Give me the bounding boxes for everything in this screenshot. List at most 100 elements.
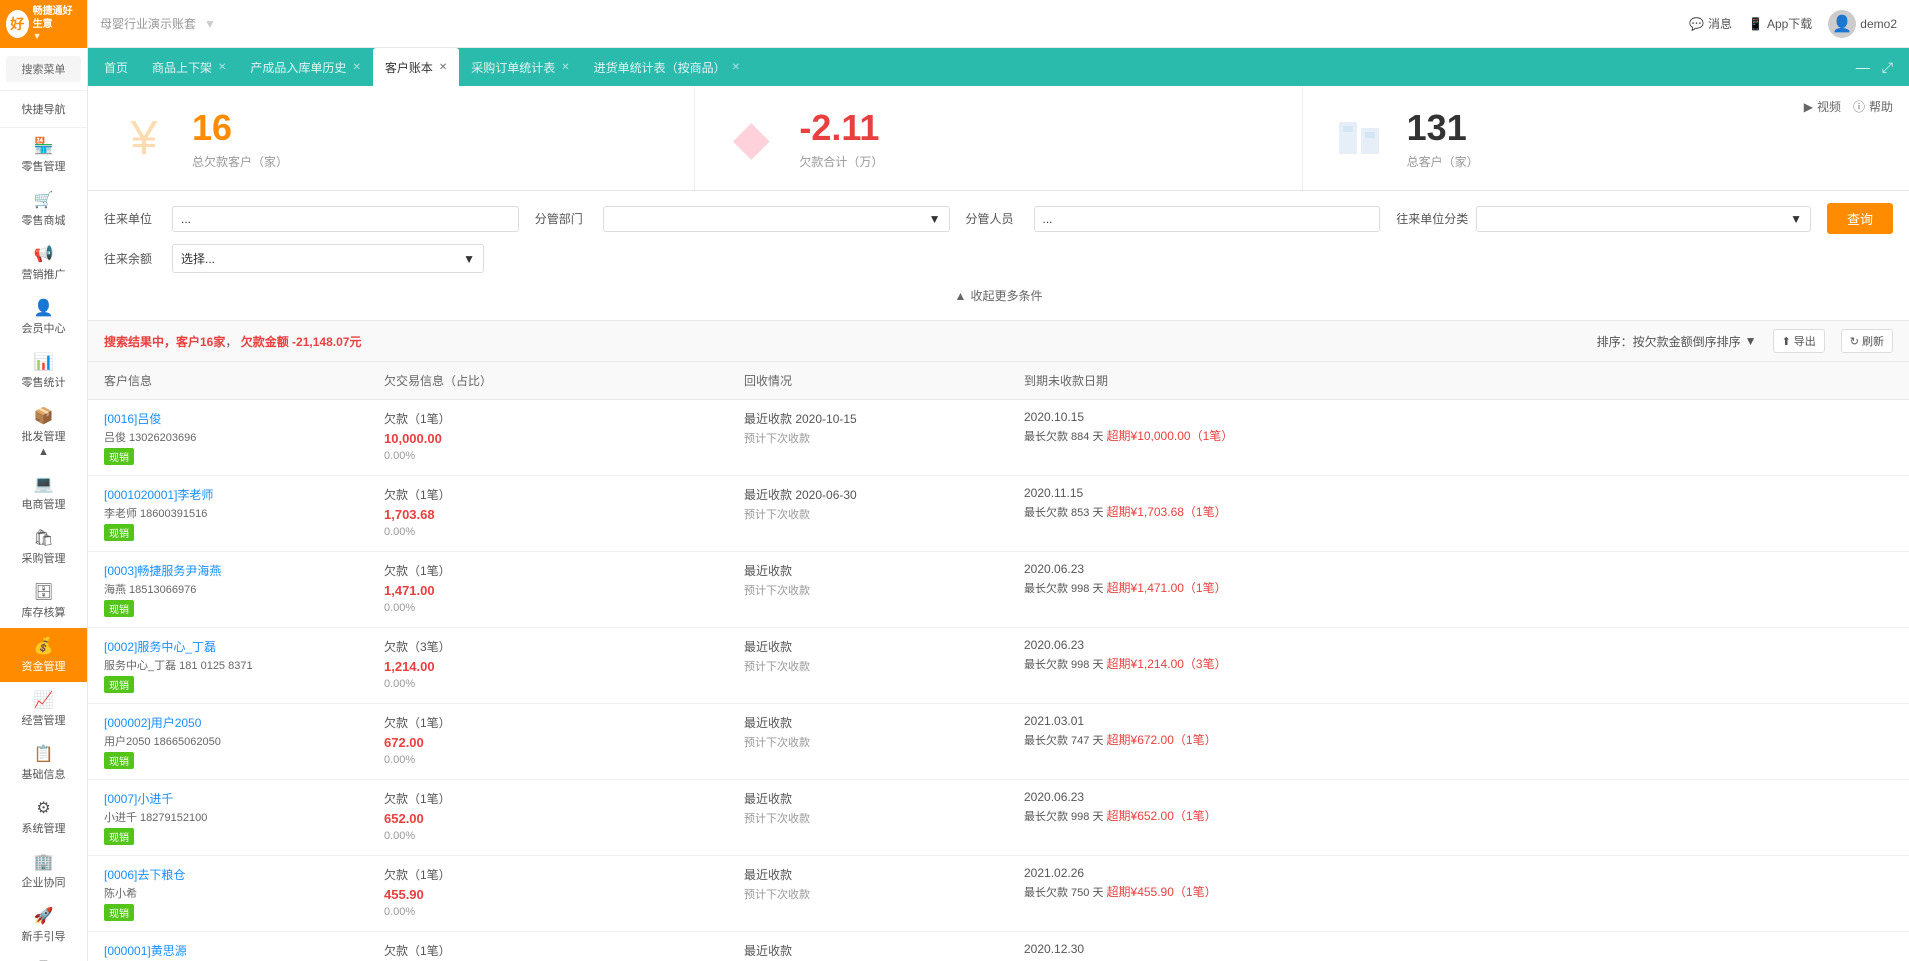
customer-tag: 现销 <box>104 524 134 541</box>
cell-recovery: 最近收款 2020-10-15 预计下次收款 <box>728 400 1008 476</box>
customer-name-link[interactable]: [0007]小进千 <box>104 790 352 807</box>
message-button[interactable]: 💬 消息 <box>1689 15 1732 32</box>
tabs-maximize-button[interactable]: ⤢ <box>1878 57 1897 78</box>
overdue-days: 最长欠款 998 天 超期¥652.00（1笔） <box>1024 807 1893 824</box>
unit-category-select[interactable]: ▼ <box>1476 206 1811 232</box>
due-date: 2020.11.15 <box>1024 486 1893 500</box>
source-unit-input[interactable]: ... <box>172 206 519 232</box>
debt-amount[interactable]: 672.00 <box>384 735 712 750</box>
marketing-icon: 📢 <box>34 244 54 264</box>
enterprise-icon: 🏢 <box>34 852 54 872</box>
overdue-amount-link[interactable]: 超期¥1,471.00（1笔） <box>1107 581 1227 595</box>
sidebar-item-retail-store[interactable]: 🛒 零售商城 <box>0 182 87 236</box>
recovery-date: 最近收款 2020-10-15 <box>744 410 992 427</box>
app-download-button[interactable]: 📱 App下载 <box>1748 15 1812 32</box>
sidebar-item-retail-stats[interactable]: 📊 零售统计 <box>0 344 87 398</box>
sidebar-item-app-center[interactable]: 📱 应用中心 <box>0 952 87 961</box>
cell-due-date: 2020.06.23 最长欠款 998 天 超期¥652.00（1笔） <box>1008 780 1909 856</box>
stat-label-debt-customers: 总欠款客户（家） <box>192 153 288 170</box>
sidebar-item-basic-info[interactable]: 📋 基础信息 <box>0 736 87 790</box>
tab-product-history[interactable]: 产成品入库单历史 ✕ <box>238 48 372 86</box>
result-actions: 排序：按欠款金额倒序排序 ▼ ⬆ 导出 ↻ 刷新 <box>1597 329 1893 353</box>
cell-customer-info: [0001020001]李老师 李老师 18600391516 现销 <box>88 476 368 552</box>
sidebar-item-finance[interactable]: 💰 资金管理 <box>0 628 87 682</box>
customer-phone: 用户2050 18665062050 <box>104 733 352 749</box>
app-download-icon: 📱 <box>1748 17 1763 31</box>
video-btn[interactable]: ▶ 视频 <box>1804 98 1841 115</box>
search-menu-button[interactable]: 搜索菜单 <box>6 56 81 82</box>
tab-close-icon[interactable]: ✕ <box>439 62 447 73</box>
avatar: 👤 <box>1828 10 1856 38</box>
sidebar-item-purchase[interactable]: 🛍 采购管理 <box>0 520 87 574</box>
sidebar-item-ecommerce[interactable]: 💻 电商管理 <box>0 466 87 520</box>
tab-product-offline[interactable]: 商品上下架 ✕ <box>140 48 238 86</box>
debt-count: 欠款（1笔） <box>384 942 712 959</box>
sidebar-search-area[interactable]: 搜索菜单 <box>0 48 87 91</box>
stat-icon-debt-customers: ¥ <box>112 106 176 170</box>
debt-amount[interactable]: 1,703.68 <box>384 507 712 522</box>
stat-debt-customers: ¥ 16 总欠款客户（家） <box>88 86 695 190</box>
overdue-amount-link[interactable]: 超期¥652.00（1笔） <box>1107 809 1217 823</box>
tab-close-icon[interactable]: ✕ <box>561 62 569 73</box>
overdue-amount-link[interactable]: 超期¥10,000.00（1笔） <box>1107 429 1234 443</box>
sort-arrow-icon: ▼ <box>1745 334 1757 348</box>
customer-name-link[interactable]: [0003]畅捷服务尹海燕 <box>104 562 352 579</box>
debt-amount[interactable]: 10,000.00 <box>384 431 712 446</box>
tab-home[interactable]: 首页 <box>92 48 140 86</box>
tab-close-icon[interactable]: ✕ <box>352 62 360 73</box>
user-avatar-area[interactable]: 👤 demo2 <box>1828 10 1897 38</box>
overdue-amount-link[interactable]: 超期¥672.00（1笔） <box>1107 733 1217 747</box>
balance-select[interactable]: 选择... ▼ <box>172 244 484 273</box>
filter-unit-category: 往来单位分类 ▼ <box>1396 206 1811 232</box>
tabs-minimize-button[interactable]: — <box>1852 57 1874 78</box>
department-select[interactable]: ▼ <box>603 206 950 232</box>
sidebar-item-member[interactable]: 👤 会员中心 <box>0 290 87 344</box>
sort-control[interactable]: 排序：按欠款金额倒序排序 ▼ <box>1597 333 1757 350</box>
sidebar-item-retail-mgmt[interactable]: 🏪 零售管理 <box>0 128 87 182</box>
help-btn[interactable]: ⓘ 帮助 <box>1853 98 1893 115</box>
export-button[interactable]: ⬆ 导出 <box>1773 329 1825 353</box>
tab-purchase-order[interactable]: 采购订单统计表 ✕ <box>459 48 581 86</box>
sidebar-item-marketing[interactable]: 📢 营销推广 <box>0 236 87 290</box>
tabs-actions: — ⤢ <box>1844 57 1905 78</box>
tab-inventory-stats[interactable]: 进货单统计表（按商品） ✕ <box>582 48 752 86</box>
debt-count: 欠款（3笔） <box>384 638 712 655</box>
customer-name-link[interactable]: [000002]用户2050 <box>104 714 352 731</box>
tab-close-icon[interactable]: ✕ <box>218 62 226 73</box>
debt-count: 欠款（1笔） <box>384 410 712 427</box>
customer-name-link[interactable]: [0001020001]李老师 <box>104 486 352 503</box>
collapse-button[interactable]: ▲ 收起更多条件 <box>104 283 1893 308</box>
refresh-button[interactable]: ↻ 刷新 <box>1841 329 1893 353</box>
debt-amount[interactable]: 652.00 <box>384 811 712 826</box>
manager-input[interactable]: ... <box>1034 206 1381 232</box>
due-date: 2020.10.15 <box>1024 410 1893 424</box>
stats-row: ¥ 16 总欠款客户（家） ◆ -2.11 欠款合计（万） ▶ <box>88 86 1909 191</box>
debt-amount[interactable]: 455.90 <box>384 887 712 902</box>
customer-name-link[interactable]: [0006]去下粮仓 <box>104 866 352 883</box>
debt-count: 欠款（1笔） <box>384 790 712 807</box>
table-row: [0003]畅捷服务尹海燕 海燕 18513066976 现销 欠款（1笔） 1… <box>88 552 1909 628</box>
debt-amount[interactable]: 1,214.00 <box>384 659 712 674</box>
filter-source-unit: 往来单位 ... <box>104 206 519 232</box>
sidebar-item-guide[interactable]: 🚀 新手引导 <box>0 898 87 952</box>
debt-amount[interactable]: 1,471.00 <box>384 583 712 598</box>
search-button[interactable]: 查询 <box>1827 203 1893 234</box>
quick-nav[interactable]: 快捷导航 <box>6 97 81 121</box>
sidebar-item-enterprise[interactable]: 🏢 企业协同 <box>0 844 87 898</box>
customer-name-link[interactable]: [000001]黄思源 <box>104 942 352 959</box>
overdue-amount-link[interactable]: 超期¥1,703.68（1笔） <box>1107 505 1227 519</box>
sidebar-item-inventory[interactable]: 🗄 库存核算 <box>0 574 87 628</box>
tab-customer-account[interactable]: 客户账本 ✕ <box>373 48 459 86</box>
overdue-amount-link[interactable]: 超期¥455.90（1笔） <box>1107 885 1217 899</box>
retail-store-icon: 🛒 <box>34 190 54 210</box>
customer-name-link[interactable]: [0002]服务中心_丁磊 <box>104 638 352 655</box>
overdue-amount-link[interactable]: 超期¥1,214.00（3笔） <box>1107 657 1227 671</box>
sidebar-item-operations[interactable]: 📈 经营管理 <box>0 682 87 736</box>
debt-percent: 0.00% <box>384 678 712 690</box>
customer-name-link[interactable]: [0016]吕俊 <box>104 410 352 427</box>
tab-close-icon[interactable]: ✕ <box>732 62 740 73</box>
sidebar-item-batch-mgmt[interactable]: 📦 批发管理 ▲ <box>0 398 87 466</box>
sidebar-item-system[interactable]: ⚙ 系统管理 <box>0 790 87 844</box>
topbar-right: 💬 消息 📱 App下载 👤 demo2 <box>1689 10 1897 38</box>
debt-percent: 0.00% <box>384 906 712 918</box>
